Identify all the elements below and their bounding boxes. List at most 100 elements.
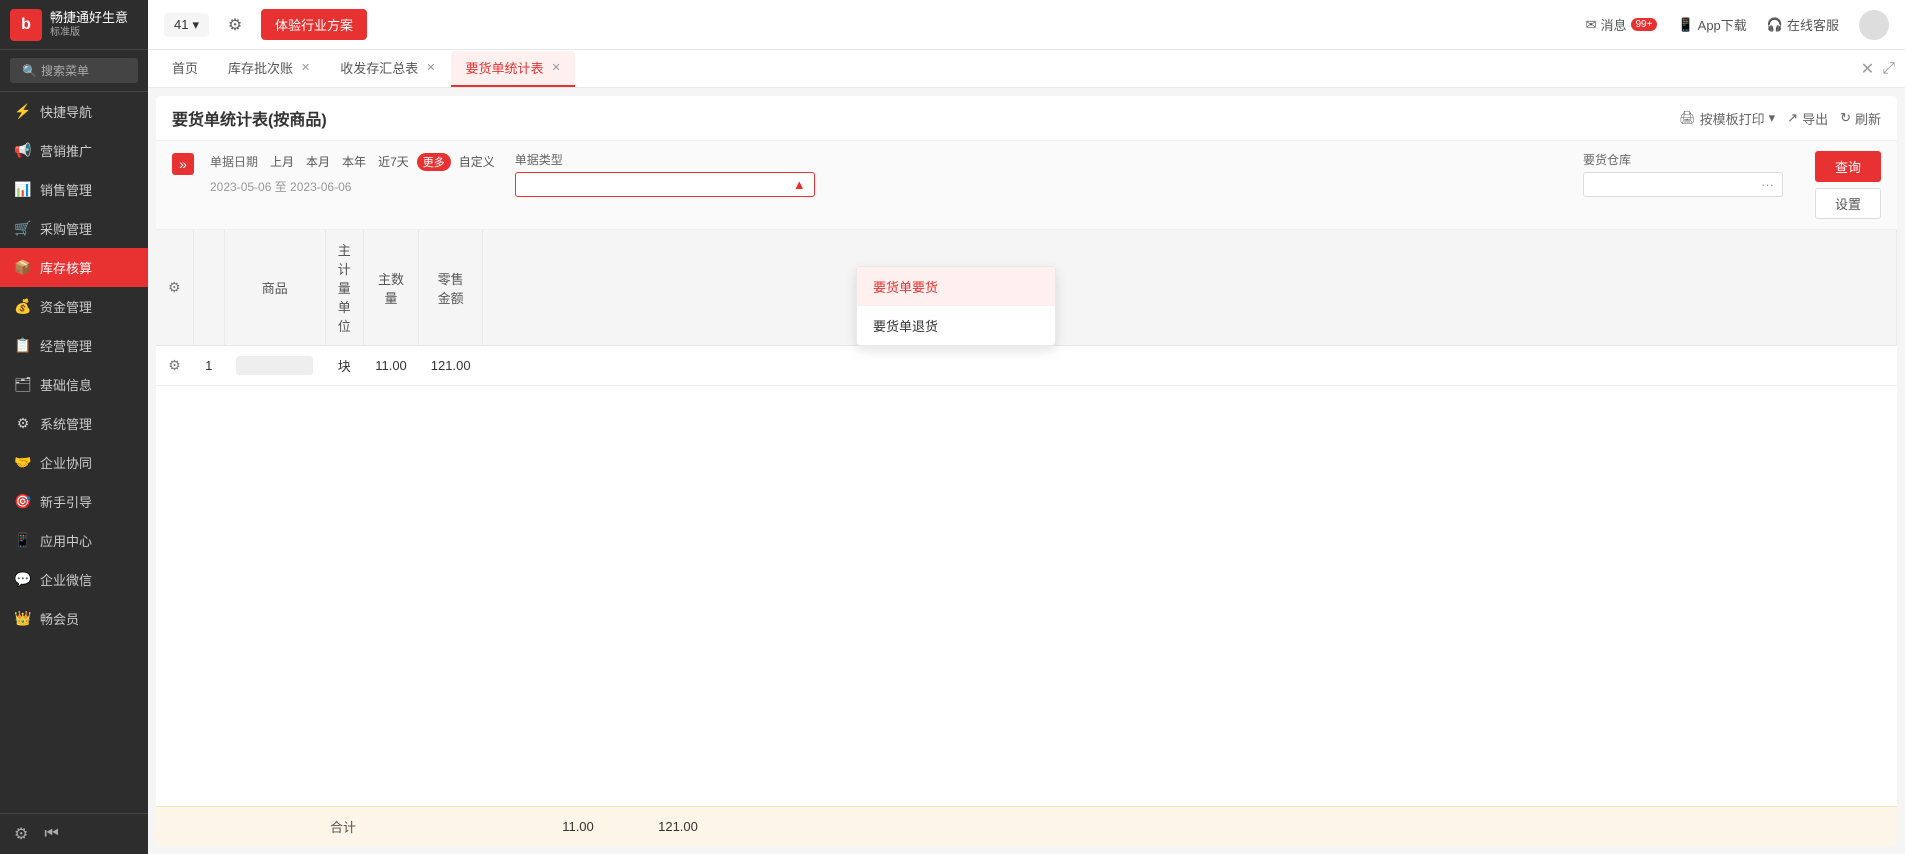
user-avatar[interactable] xyxy=(1859,10,1889,40)
col-index xyxy=(193,230,224,346)
app-download-item[interactable]: 📱 App下载 xyxy=(1677,15,1746,34)
date-filter-group: 单据日期 上月 本月 本年 近7天 更多 自定义 2023-05-06 至 20… xyxy=(210,151,499,195)
print-icon: 🖨 xyxy=(1679,110,1696,126)
col-quantity: 主数量 xyxy=(363,230,419,346)
tab-close-icon[interactable]: ✕ xyxy=(426,61,435,74)
table-row: ⚙ 1 块 11.00 121.00 xyxy=(156,346,1897,386)
row-unit: 块 xyxy=(325,346,363,386)
sidebar-item-营销推广[interactable]: 📢营销推广 xyxy=(0,131,148,170)
store-chevron-icon: ▾ xyxy=(192,17,199,33)
filter-toggle-btn[interactable]: » xyxy=(172,153,194,175)
table-footer: 合计 11.00 121.00 xyxy=(156,806,1897,846)
print-chevron-icon: ▾ xyxy=(1769,110,1776,126)
date-up-btn[interactable]: 上月 xyxy=(266,151,298,172)
type-select-value xyxy=(524,177,528,192)
nav-icon: 👑 xyxy=(14,610,32,628)
page-actions: 🖨 按模板打印 ▾ ↗ 导出 ↻ 刷新 xyxy=(1679,109,1881,128)
dropdown-item-0[interactable]: 要货单要货 xyxy=(857,267,1055,306)
nav-icon: 📊 xyxy=(14,181,32,199)
refresh-icon: ↻ xyxy=(1840,110,1851,126)
messages-item[interactable]: ✉ 消息 99+ xyxy=(1586,15,1658,34)
settings-bottom-icon[interactable]: ⚙ xyxy=(14,824,28,844)
export-action[interactable]: ↗ 导出 xyxy=(1787,109,1828,128)
nav-icon: ⚙ xyxy=(14,415,32,433)
print-action[interactable]: 🖨 按模板打印 ▾ xyxy=(1679,109,1775,128)
collapse-icon[interactable]: ⏮ xyxy=(44,825,58,843)
settings-small-button[interactable]: 设置 xyxy=(1815,188,1881,219)
search-icon: 🔍 xyxy=(22,64,37,78)
col-settings[interactable]: ⚙ xyxy=(156,230,193,346)
sidebar-item-企业协同[interactable]: 🤝企业协同 xyxy=(0,443,148,482)
sidebar-search[interactable]: 🔍 搜索菜单 xyxy=(0,50,148,92)
trial-button[interactable]: 体验行业方案 xyxy=(261,9,367,40)
nav-icon: 📋 xyxy=(14,337,32,355)
tab-3[interactable]: 要货单统计表✕ xyxy=(451,51,574,87)
header-right: ✉ 消息 99+ 📱 App下载 🎧 在线客服 xyxy=(1586,10,1889,40)
sidebar-item-经营管理[interactable]: 📋经营管理 xyxy=(0,326,148,365)
type-filter-select[interactable]: ▲ xyxy=(515,172,815,197)
main-page: 要货单统计表(按商品) 🖨 按模板打印 ▾ ↗ 导出 ↻ 刷新 xyxy=(156,96,1897,846)
warehouse-filter-label: 要货仓库 xyxy=(1583,151,1783,168)
sidebar-item-新手引导[interactable]: 🎯新手引导 xyxy=(0,482,148,521)
nav-icon: 💰 xyxy=(14,298,32,316)
date-month-btn[interactable]: 本月 xyxy=(302,151,334,172)
content-area: 要货单统计表(按商品) 🖨 按模板打印 ▾ ↗ 导出 ↻ 刷新 xyxy=(148,88,1905,854)
tab-close-icon[interactable]: ✕ xyxy=(552,61,561,74)
sidebar-item-快捷导航[interactable]: ⚡快捷导航 xyxy=(0,92,148,131)
sidebar-item-销售管理[interactable]: 📊销售管理 xyxy=(0,170,148,209)
col-amount: 零售金额 xyxy=(419,230,483,346)
online-service-item[interactable]: 🎧 在线客服 xyxy=(1767,15,1839,34)
message-icon: ✉ xyxy=(1586,17,1597,33)
sidebar-item-系统管理[interactable]: ⚙系统管理 xyxy=(0,404,148,443)
nav-icon: 🛒 xyxy=(14,220,32,238)
type-filter-group: 单据类型 ▲ xyxy=(515,151,815,197)
nav-icon: 🤝 xyxy=(14,454,32,472)
sidebar-item-资金管理[interactable]: 💰资金管理 xyxy=(0,287,148,326)
warehouse-select-value xyxy=(1592,177,1596,192)
nav-icon: 🗂 xyxy=(14,376,32,394)
service-icon: 🎧 xyxy=(1767,17,1783,33)
date-custom-btn[interactable]: 自定义 xyxy=(455,151,499,172)
sidebar-bottom: ⚙ ⏮ xyxy=(0,813,148,854)
main-content: 41 ▾ ⚙ 体验行业方案 ✉ 消息 99+ 📱 App下载 🎧 在线客服 xyxy=(148,0,1905,854)
nav-icon: 📢 xyxy=(14,142,32,160)
store-selector[interactable]: 41 ▾ xyxy=(164,13,209,37)
nav-icon: 🎯 xyxy=(14,493,32,511)
type-filter-label: 单据类型 xyxy=(515,151,815,168)
sidebar-item-基础信息[interactable]: 🗂基础信息 xyxy=(0,365,148,404)
col-unit: 主计量单位 xyxy=(325,230,363,346)
date-7days-btn[interactable]: 近7天 xyxy=(374,151,413,172)
row-settings[interactable]: ⚙ xyxy=(156,346,193,386)
tab-close-icon[interactable]: ✕ xyxy=(301,61,310,74)
date-year-btn[interactable]: 本年 xyxy=(338,151,370,172)
row-quantity: 11.00 xyxy=(363,346,419,386)
tab-2[interactable]: 收发存汇总表✕ xyxy=(326,51,449,87)
nav-icon: ⚡ xyxy=(14,103,32,121)
expand-icon[interactable]: ⤢ xyxy=(1882,60,1895,78)
sidebar-item-应用中心[interactable]: 📱应用中心 xyxy=(0,521,148,560)
tab-1[interactable]: 库存批次账✕ xyxy=(214,51,324,87)
close-all-icon[interactable]: ✕ xyxy=(1861,59,1874,79)
row-amount: 121.00 xyxy=(419,346,483,386)
warehouse-more-icon: ··· xyxy=(1761,177,1774,192)
table-body: ⚙ 1 块 11.00 121.00 xyxy=(156,346,1897,386)
nav-icon: 📱 xyxy=(14,532,32,550)
header-left: 41 ▾ ⚙ 体验行业方案 xyxy=(164,9,367,40)
app-download-icon: 📱 xyxy=(1677,17,1693,33)
warehouse-filter-select[interactable]: ··· xyxy=(1583,172,1783,197)
sidebar-item-采购管理[interactable]: 🛒采购管理 xyxy=(0,209,148,248)
tab-0[interactable]: 首页 xyxy=(158,51,212,87)
dropdown-item-1[interactable]: 要货单退货 xyxy=(857,306,1055,345)
sidebar-item-企业微信[interactable]: 💬企业微信 xyxy=(0,560,148,599)
query-button[interactable]: 查询 xyxy=(1815,151,1881,182)
page-header: 要货单统计表(按商品) 🖨 按模板打印 ▾ ↗ 导出 ↻ 刷新 xyxy=(156,96,1897,141)
col-extra xyxy=(483,230,1897,346)
total-label: 合计 xyxy=(228,817,428,836)
date-more-btn[interactable]: 更多 xyxy=(417,153,451,171)
refresh-action[interactable]: ↻ 刷新 xyxy=(1840,109,1881,128)
warehouse-filter-group: 要货仓库 ··· xyxy=(1583,151,1783,197)
header-settings-icon[interactable]: ⚙ xyxy=(221,11,249,39)
sidebar-item-库存核算[interactable]: 📦库存核算 xyxy=(0,248,148,287)
sidebar-item-畅会员[interactable]: 👑畅会员 xyxy=(0,599,148,638)
page-title: 要货单统计表(按商品) xyxy=(172,106,327,130)
